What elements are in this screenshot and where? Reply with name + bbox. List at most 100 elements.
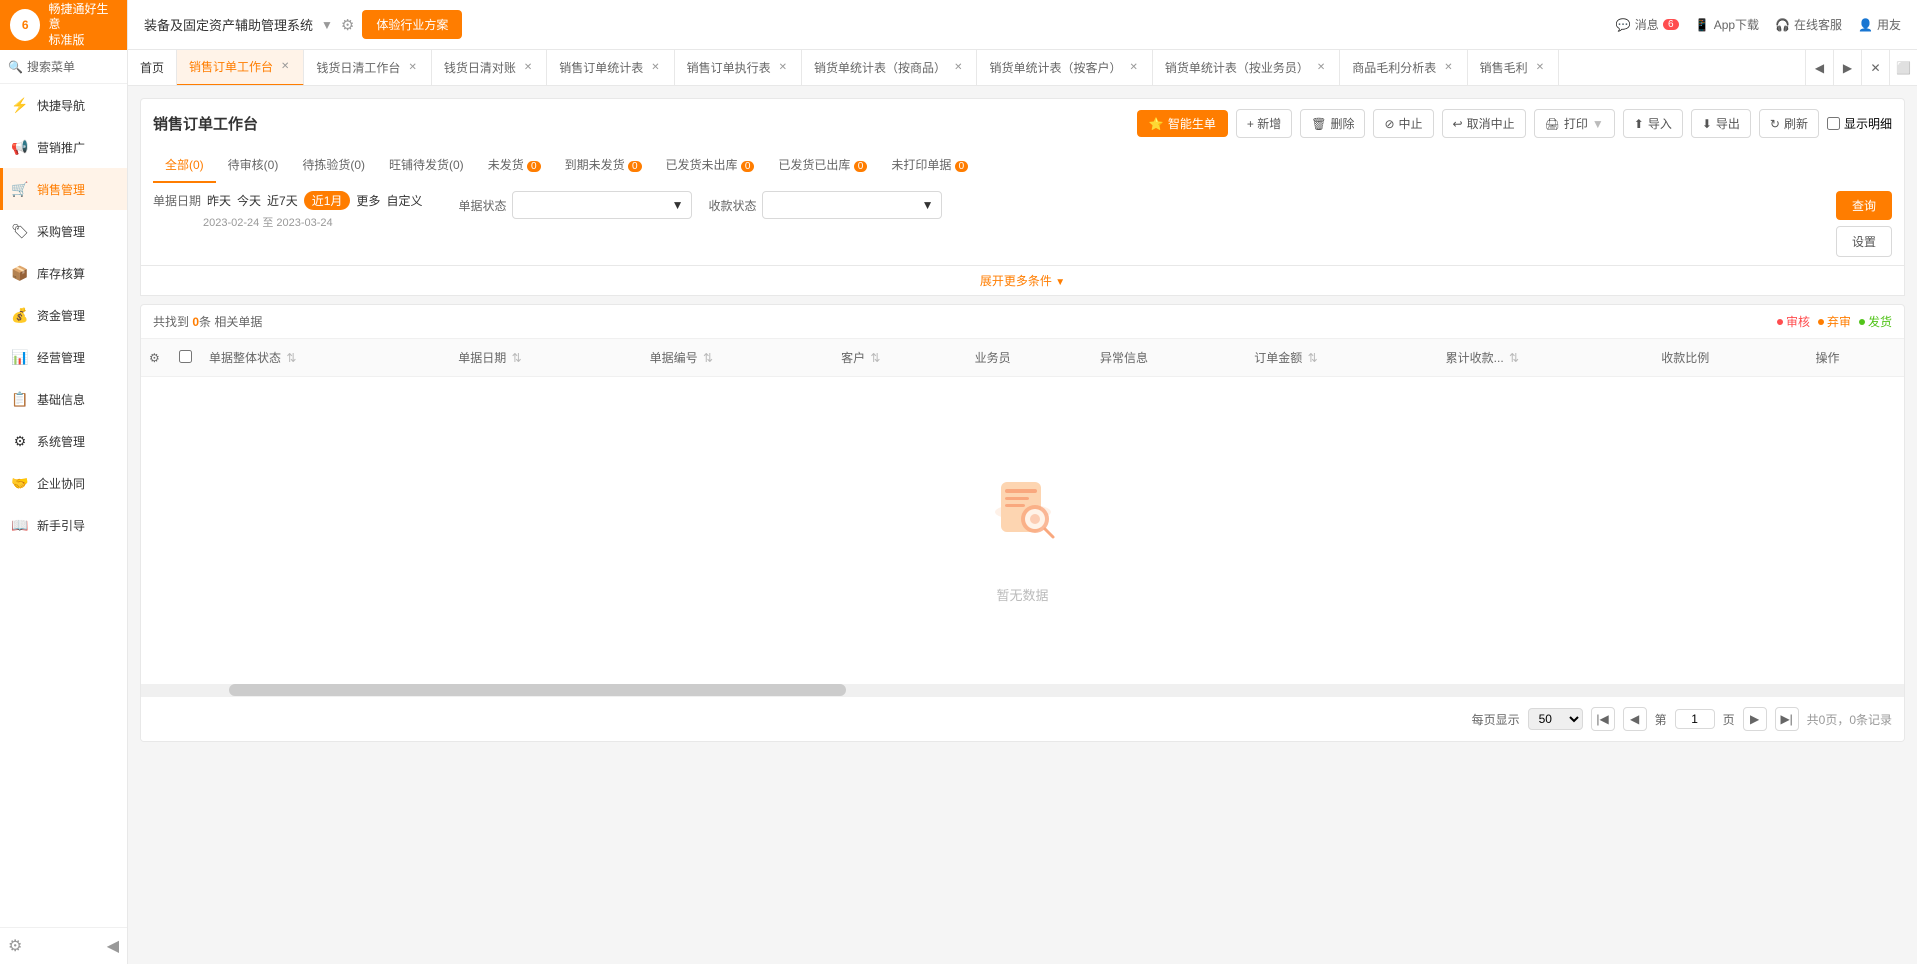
show-detail-label[interactable]: 显示明细 — [1827, 115, 1892, 132]
collect-select[interactable]: ▼ — [762, 191, 942, 219]
cancel-stop-btn[interactable]: ↩ 取消中止 — [1442, 109, 1526, 138]
smart-generate-btn[interactable]: ⭐ 智能生单 — [1137, 110, 1228, 137]
sidebar-item-enterprise[interactable]: 🤝 企业协同 — [0, 462, 127, 504]
page-first-btn[interactable]: |◀ — [1591, 707, 1615, 731]
horizontal-scrollbar[interactable] — [141, 684, 1904, 696]
sidebar-item-guide[interactable]: 📖 新手引导 — [0, 504, 127, 546]
sidebar-item-inventory[interactable]: 📦 库存核算 — [0, 252, 127, 294]
tab-goods-margin-close[interactable]: ✕ — [1442, 60, 1454, 75]
subtab-all[interactable]: 全部(0) — [153, 148, 216, 183]
page-last-btn[interactable]: ▶| — [1775, 707, 1799, 731]
export-icon: ⬇ — [1702, 117, 1712, 131]
tab-sales-exec[interactable]: 销售订单执行表 ✕ — [675, 50, 802, 86]
show-detail-checkbox[interactable] — [1827, 117, 1840, 130]
logo-area: 6 畅捷通好生意 标准版 — [0, 0, 127, 50]
stop-btn[interactable]: ⊘ 中止 — [1373, 109, 1433, 138]
tab-sales-profit-close[interactable]: ✕ — [1534, 60, 1546, 75]
sidebar-item-finance[interactable]: 💰 资金管理 — [0, 294, 127, 336]
subtab-not-printed[interactable]: 未打印单据 0 — [879, 148, 980, 183]
subtab-shipped-out[interactable]: 已发货已出库 0 — [766, 148, 879, 183]
settings-icon[interactable]: ⚙ — [8, 936, 22, 956]
subtab-pending-check[interactable]: 待拣验货(0) — [290, 148, 377, 183]
select-all-checkbox[interactable] — [179, 350, 192, 363]
ship-action-btn[interactable]: 发货 — [1859, 313, 1892, 330]
subtab-expired-not-shipped[interactable]: 到期未发货 0 — [553, 148, 654, 183]
audit-action-btn[interactable]: 审核 — [1777, 313, 1810, 330]
add-btn[interactable]: + 新增 — [1236, 109, 1292, 138]
tab-sales-stats-product-close[interactable]: ✕ — [952, 60, 964, 75]
page-size-label: 每页显示 — [1472, 711, 1520, 728]
sort-status-icon: ⇅ — [286, 351, 296, 365]
query-btn[interactable]: 查询 — [1836, 191, 1892, 220]
online-service-btn[interactable]: 🎧 在线客服 — [1775, 16, 1842, 33]
expand-icon[interactable]: ▼ — [321, 18, 333, 32]
tab-sales-exec-close[interactable]: ✕ — [777, 60, 789, 75]
tab-sales-stats-customer-close[interactable]: ✕ — [1127, 60, 1139, 75]
set-btn[interactable]: 设置 — [1836, 226, 1892, 257]
tab-cash-reconcile-close[interactable]: ✕ — [522, 60, 534, 75]
tab-sales-stats[interactable]: 销售订单统计表 ✕ — [547, 50, 674, 86]
page-prev-btn[interactable]: ◀ — [1623, 707, 1647, 731]
audit-dot — [1777, 319, 1783, 325]
date-opt-custom[interactable]: 自定义 — [386, 192, 422, 209]
subtab-shipped-not-out[interactable]: 已发货未出库 0 — [654, 148, 767, 183]
tab-close-all-btn[interactable]: ✕ — [1861, 50, 1889, 86]
subtab-pending-review[interactable]: 待审核(0) — [216, 148, 291, 183]
tab-goods-margin[interactable]: 商品毛利分析表 ✕ — [1340, 50, 1467, 86]
industry-btn[interactable]: 体验行业方案 — [362, 10, 462, 39]
tab-sales-profit[interactable]: 销售毛利 ✕ — [1468, 50, 1559, 86]
collapse-icon[interactable]: ◀ — [107, 936, 119, 956]
tab-cash-reconcile[interactable]: 钱货日清对账 ✕ — [432, 50, 547, 86]
delete-btn[interactable]: 🗑 删除 — [1300, 109, 1365, 138]
page-input[interactable] — [1675, 709, 1715, 729]
app-download-btn[interactable]: 📱 App下载 — [1695, 16, 1759, 33]
tab-home[interactable]: 首页 — [128, 50, 177, 86]
tab-prev-btn[interactable]: ◀ — [1805, 50, 1833, 86]
date-opt-1month[interactable]: 近1月 — [304, 191, 351, 210]
sidebar-item-system[interactable]: ⚙ 系统管理 — [0, 420, 127, 462]
sidebar-item-sales[interactable]: 🛒 销售管理 — [0, 168, 127, 210]
sidebar-item-quick-nav[interactable]: ⚡ 快捷导航 — [0, 84, 127, 126]
message-btn[interactable]: 💬 消息 6 — [1616, 16, 1679, 33]
tab-sales-stats-staff-close[interactable]: ✕ — [1315, 60, 1327, 75]
search-menu[interactable]: 🔍 搜索菜单 — [0, 50, 127, 84]
export-btn[interactable]: ⬇ 导出 — [1691, 109, 1751, 138]
import-btn[interactable]: ⬆ 导入 — [1623, 109, 1683, 138]
sidebar-item-operations[interactable]: 📊 经营管理 — [0, 336, 127, 378]
tab-sales-workbench-close[interactable]: ✕ — [279, 59, 291, 74]
expand-conditions-btn[interactable]: 展开更多条件 — [980, 274, 1052, 288]
tab-sales-workbench[interactable]: 销售订单工作台 ✕ — [177, 50, 304, 86]
ship-dot — [1859, 319, 1865, 325]
tab-cash-daily[interactable]: 钱货日清工作台 ✕ — [304, 50, 431, 86]
table-body: 暂无数据 — [141, 377, 1904, 685]
date-opt-7days[interactable]: 近7天 — [267, 192, 298, 209]
tab-cash-daily-close[interactable]: ✕ — [406, 60, 418, 75]
table-header-row: ⚙ 单据整体状态 ⇅ 单据日期 ⇅ — [141, 339, 1904, 377]
date-opt-yesterday[interactable]: 昨天 — [207, 192, 231, 209]
date-opt-more[interactable]: 更多 — [356, 192, 380, 209]
date-opt-today[interactable]: 今天 — [237, 192, 261, 209]
tab-sales-stats-staff[interactable]: 销货单统计表（按业务员） ✕ — [1153, 50, 1340, 86]
th-number: 单据编号 ⇅ — [642, 339, 833, 377]
print-btn[interactable]: 🖨 打印 ▼ — [1534, 109, 1615, 138]
revoke-action-btn[interactable]: 弃审 — [1818, 313, 1851, 330]
tab-sales-stats-product[interactable]: 销货单统计表（按商品） ✕ — [802, 50, 977, 86]
col-settings-icon[interactable]: ⚙ — [149, 351, 160, 365]
tab-sales-stats-customer[interactable]: 销货单统计表（按客户） ✕ — [977, 50, 1152, 86]
page-next-btn[interactable]: ▶ — [1743, 707, 1767, 731]
page-size-select[interactable]: 50 100 200 — [1528, 708, 1583, 730]
subtab-not-shipped[interactable]: 未发货 0 — [476, 148, 553, 183]
settings-topbar-icon[interactable]: ⚙ — [341, 16, 354, 34]
tab-maximize-btn[interactable]: ⬜ — [1889, 50, 1917, 86]
subtab-wangpu-ship[interactable]: 旺铺待发货(0) — [377, 148, 476, 183]
sidebar-item-basic[interactable]: 📋 基础信息 — [0, 378, 127, 420]
tab-next-btn[interactable]: ▶ — [1833, 50, 1861, 86]
user-btn[interactable]: 👤 用友 — [1858, 16, 1901, 33]
refresh-btn[interactable]: ↻ 刷新 — [1759, 109, 1819, 138]
tab-sales-stats-close[interactable]: ✕ — [649, 60, 661, 75]
sidebar: 6 畅捷通好生意 标准版 🔍 搜索菜单 ⚡ 快捷导航 📢 营销推广 🛒 销售管理… — [0, 0, 128, 964]
sidebar-item-purchase[interactable]: 🏷 采购管理 — [0, 210, 127, 252]
sidebar-item-marketing[interactable]: 📢 营销推广 — [0, 126, 127, 168]
th-checkbox — [171, 339, 201, 377]
status-select[interactable]: ▼ — [512, 191, 692, 219]
